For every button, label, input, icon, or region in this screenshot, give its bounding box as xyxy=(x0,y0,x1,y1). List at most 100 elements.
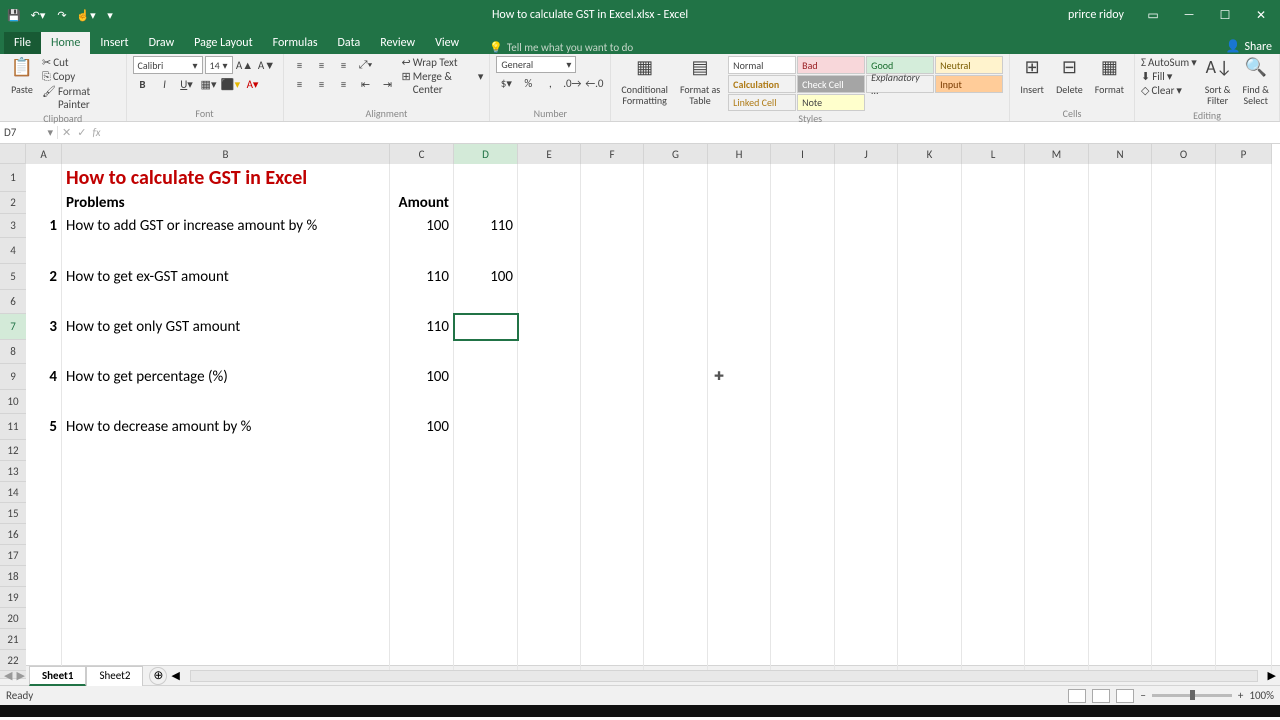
cell-B4[interactable] xyxy=(62,238,390,264)
style-linked-cell[interactable]: Linked Cell xyxy=(728,94,796,111)
cell-L4[interactable] xyxy=(962,238,1025,264)
cell-N21[interactable] xyxy=(1089,629,1152,650)
cell-M6[interactable] xyxy=(1025,290,1089,314)
cell-I14[interactable] xyxy=(771,482,835,503)
cell-I20[interactable] xyxy=(771,608,835,629)
cell-C14[interactable] xyxy=(390,482,454,503)
cell-D12[interactable] xyxy=(454,440,518,461)
cell-F15[interactable] xyxy=(581,503,644,524)
cell-K5[interactable] xyxy=(898,264,962,290)
cell-M8[interactable] xyxy=(1025,340,1089,364)
fill-color-button[interactable]: ⬛▾ xyxy=(221,75,241,93)
cell-J11[interactable] xyxy=(835,414,898,440)
cell-I12[interactable] xyxy=(771,440,835,461)
cell-L5[interactable] xyxy=(962,264,1025,290)
touch-icon[interactable]: ☝▾ xyxy=(76,5,96,25)
cell-M10[interactable] xyxy=(1025,390,1089,414)
cell-M18[interactable] xyxy=(1025,566,1089,587)
cell-G3[interactable] xyxy=(644,214,708,238)
cell-O7[interactable] xyxy=(1152,314,1216,340)
align-bottom-icon[interactable]: ≡ xyxy=(334,56,354,74)
increase-decimal-icon[interactable]: .0→ xyxy=(562,74,582,92)
col-header-C[interactable]: C xyxy=(390,144,454,164)
cell-D16[interactable] xyxy=(454,524,518,545)
cell-J17[interactable] xyxy=(835,545,898,566)
cell-J1[interactable] xyxy=(835,164,898,192)
cell-G20[interactable] xyxy=(644,608,708,629)
cell-K10[interactable] xyxy=(898,390,962,414)
cell-B20[interactable] xyxy=(62,608,390,629)
cell-styles-gallery[interactable]: Normal Bad Good Neutral Calculation Chec… xyxy=(728,56,1003,111)
cell-J20[interactable] xyxy=(835,608,898,629)
cell-C21[interactable] xyxy=(390,629,454,650)
page-break-view-button[interactable] xyxy=(1116,689,1134,703)
cell-P11[interactable] xyxy=(1216,414,1272,440)
page-layout-view-button[interactable] xyxy=(1092,689,1110,703)
cell-N17[interactable] xyxy=(1089,545,1152,566)
cell-A6[interactable] xyxy=(26,290,62,314)
enter-formula-icon[interactable]: ✓ xyxy=(77,126,86,139)
sheet-tab-sheet2[interactable]: Sheet2 xyxy=(86,666,143,686)
merge-center-button[interactable]: ⊞ Merge & Center▾ xyxy=(402,70,484,96)
cell-L3[interactable] xyxy=(962,214,1025,238)
zoom-out-button[interactable]: − xyxy=(1140,689,1145,702)
cell-P20[interactable] xyxy=(1216,608,1272,629)
font-size-combo[interactable]: 14▾ xyxy=(205,56,233,74)
cell-F20[interactable] xyxy=(581,608,644,629)
cell-N20[interactable] xyxy=(1089,608,1152,629)
style-explanatory[interactable]: Explanatory ... xyxy=(866,75,934,93)
col-header-M[interactable]: M xyxy=(1025,144,1089,164)
cell-K15[interactable] xyxy=(898,503,962,524)
sheet-nav-next-icon[interactable]: ▶ xyxy=(16,669,24,682)
cell-O6[interactable] xyxy=(1152,290,1216,314)
cell-G17[interactable] xyxy=(644,545,708,566)
cell-B21[interactable] xyxy=(62,629,390,650)
cell-G12[interactable] xyxy=(644,440,708,461)
cell-N4[interactable] xyxy=(1089,238,1152,264)
cell-P5[interactable] xyxy=(1216,264,1272,290)
row-header-3[interactable]: 3 xyxy=(0,214,26,238)
cell-C6[interactable] xyxy=(390,290,454,314)
ribbon-options-icon[interactable]: ▭ xyxy=(1138,3,1168,27)
cell-I6[interactable] xyxy=(771,290,835,314)
cell-H20[interactable] xyxy=(708,608,771,629)
shrink-font-icon[interactable]: A▼ xyxy=(257,56,277,74)
cell-A7[interactable]: 3 xyxy=(26,314,62,340)
hscroll-track[interactable] xyxy=(190,670,1258,682)
cell-O3[interactable] xyxy=(1152,214,1216,238)
cell-O9[interactable] xyxy=(1152,364,1216,390)
italic-button[interactable]: I xyxy=(155,75,175,93)
cell-B1[interactable]: How to calculate GST in Excel xyxy=(62,164,390,192)
cell-H10[interactable] xyxy=(708,390,771,414)
col-header-I[interactable]: I xyxy=(771,144,835,164)
cell-G7[interactable] xyxy=(644,314,708,340)
cell-M13[interactable] xyxy=(1025,461,1089,482)
row-header-14[interactable]: 14 xyxy=(0,482,26,503)
clear-button[interactable]: ◇ Clear▾ xyxy=(1141,84,1197,97)
cut-button[interactable]: ✂ Cut xyxy=(42,56,120,69)
cell-K1[interactable] xyxy=(898,164,962,192)
cell-A4[interactable] xyxy=(26,238,62,264)
cell-F4[interactable] xyxy=(581,238,644,264)
cell-M14[interactable] xyxy=(1025,482,1089,503)
cell-F1[interactable] xyxy=(581,164,644,192)
normal-view-button[interactable] xyxy=(1068,689,1086,703)
hscroll-right-icon[interactable]: ▶ xyxy=(1268,669,1276,682)
number-format-combo[interactable]: General▾ xyxy=(496,56,576,73)
cell-F17[interactable] xyxy=(581,545,644,566)
cell-F21[interactable] xyxy=(581,629,644,650)
cell-E17[interactable] xyxy=(518,545,581,566)
cell-F5[interactable] xyxy=(581,264,644,290)
cell-F18[interactable] xyxy=(581,566,644,587)
cell-P19[interactable] xyxy=(1216,587,1272,608)
border-button[interactable]: ▦▾ xyxy=(199,75,219,93)
cell-K11[interactable] xyxy=(898,414,962,440)
cell-B10[interactable] xyxy=(62,390,390,414)
share-button[interactable]: 👤 Share xyxy=(1225,39,1272,54)
cell-E21[interactable] xyxy=(518,629,581,650)
col-header-G[interactable]: G xyxy=(644,144,708,164)
tab-insert[interactable]: Insert xyxy=(90,32,138,54)
cell-D19[interactable] xyxy=(454,587,518,608)
cell-A14[interactable] xyxy=(26,482,62,503)
cell-I17[interactable] xyxy=(771,545,835,566)
